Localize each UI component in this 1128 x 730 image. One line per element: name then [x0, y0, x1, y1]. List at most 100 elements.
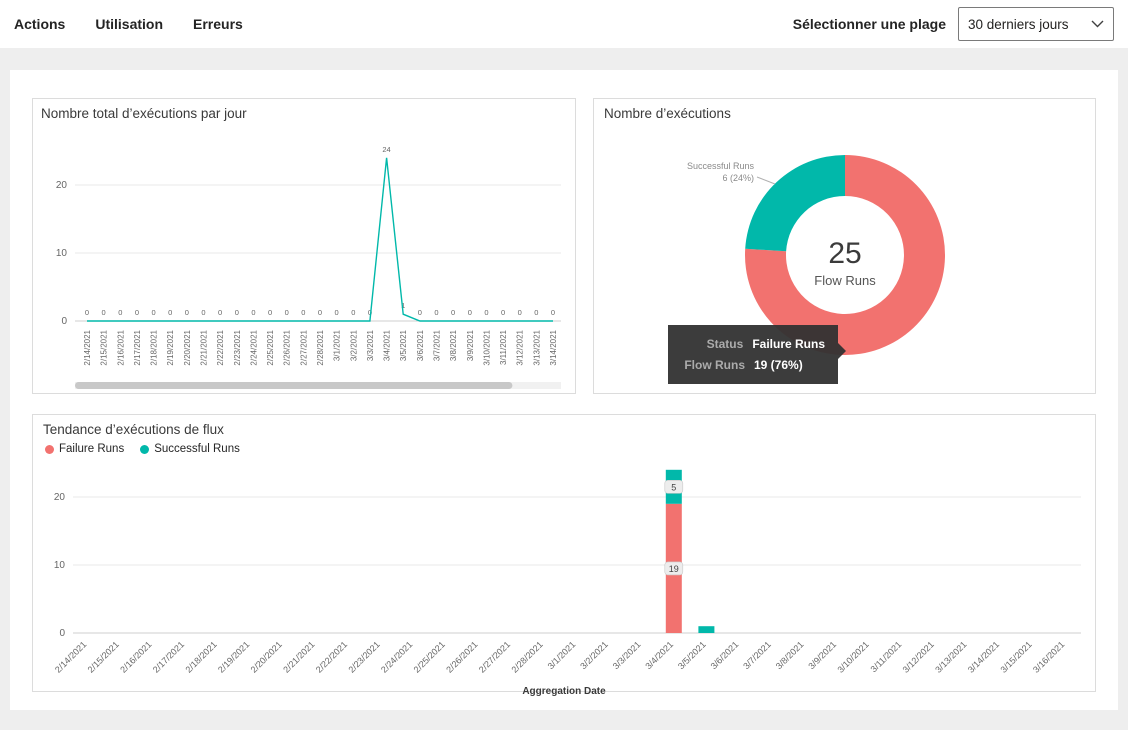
svg-text:2/26/2021: 2/26/2021: [444, 639, 479, 674]
svg-text:2/18/2021: 2/18/2021: [183, 639, 218, 674]
svg-text:3/14/2021: 3/14/2021: [549, 329, 558, 365]
donut-chart-title: Nombre d’exécutions: [604, 106, 731, 121]
tooltip-row: Status Failure Runs: [681, 337, 825, 351]
svg-text:3/6/2021: 3/6/2021: [709, 639, 741, 671]
line-chart-title: Nombre total d’exécutions par jour: [41, 106, 247, 121]
svg-text:2/21/2021: 2/21/2021: [200, 329, 209, 365]
svg-text:3/4/2021: 3/4/2021: [383, 329, 392, 361]
legend: Failure Runs Successful Runs: [45, 440, 1085, 458]
svg-text:2/20/2021: 2/20/2021: [249, 639, 284, 674]
svg-text:0: 0: [351, 308, 355, 317]
svg-text:0: 0: [61, 316, 67, 327]
tooltip-label: Status: [706, 337, 744, 351]
tab-utilisation[interactable]: Utilisation: [95, 12, 163, 36]
donut-chart-body: 25 Flow Runs Successful Runs 6 (24%) Status…: [604, 123, 1085, 389]
svg-text:5: 5: [671, 482, 676, 492]
svg-text:0: 0: [118, 308, 122, 317]
svg-text:3/13/2021: 3/13/2021: [933, 639, 968, 674]
svg-text:3/7/2021: 3/7/2021: [433, 329, 442, 361]
svg-text:2/16/2021: 2/16/2021: [116, 329, 125, 365]
svg-text:2/26/2021: 2/26/2021: [283, 329, 292, 365]
svg-text:3/9/2021: 3/9/2021: [806, 639, 838, 671]
line-chart-canvas[interactable]: 0 10 20 0 2/14/2021 0 2/15/2021 0 2/16/2021 0 2/17…: [41, 123, 569, 395]
svg-text:0: 0: [268, 308, 272, 317]
svg-text:3/8/2021: 3/8/2021: [449, 329, 458, 361]
svg-text:19: 19: [669, 564, 679, 574]
bar-chart-title: Tendance d’exécutions de flux: [43, 422, 224, 437]
svg-text:0: 0: [335, 308, 339, 317]
svg-text:3/15/2021: 3/15/2021: [998, 639, 1033, 674]
svg-text:0: 0: [85, 308, 89, 317]
svg-text:3/3/2021: 3/3/2021: [611, 639, 643, 671]
svg-text:3/1/2021: 3/1/2021: [546, 639, 578, 671]
svg-text:3/9/2021: 3/9/2021: [466, 329, 475, 361]
svg-text:0: 0: [235, 308, 239, 317]
tab-actions[interactable]: Actions: [14, 12, 65, 36]
svg-text:0: 0: [418, 308, 422, 317]
svg-text:2/23/2021: 2/23/2021: [233, 329, 242, 365]
svg-text:3/16/2021: 3/16/2021: [1031, 639, 1066, 674]
svg-text:0: 0: [59, 628, 65, 639]
svg-text:3/12/2021: 3/12/2021: [901, 639, 936, 674]
svg-text:6 (24%): 6 (24%): [722, 173, 754, 183]
svg-text:0: 0: [251, 308, 255, 317]
top-navigation-bar: Actions Utilisation Erreurs Sélectionner…: [0, 0, 1128, 48]
svg-text:25: 25: [828, 237, 861, 270]
svg-text:0: 0: [501, 308, 505, 317]
bar-chart-canvas[interactable]: 0 10 20 2/14/20212/15/20212/16/20212/17/202…: [43, 459, 1087, 681]
bar-chart-card: Tendance d’exécutions de flux Failure Ru…: [32, 414, 1096, 697]
svg-text:2/25/2021: 2/25/2021: [412, 639, 447, 674]
tab-strip: Actions Utilisation Erreurs: [14, 12, 243, 36]
svg-text:0: 0: [434, 308, 438, 317]
legend-dot-success: [140, 444, 150, 454]
svg-text:2/15/2021: 2/15/2021: [100, 329, 109, 365]
range-dropdown[interactable]: 30 derniers jours: [958, 7, 1114, 41]
svg-text:2/27/2021: 2/27/2021: [477, 639, 512, 674]
svg-text:2/17/2021: 2/17/2021: [151, 639, 186, 674]
svg-text:0: 0: [285, 308, 289, 317]
donut-chart-card: Nombre d’exécutions 25 Flow Runs Successfu…: [593, 98, 1096, 394]
svg-text:3/2/2021: 3/2/2021: [349, 329, 358, 361]
svg-text:0: 0: [185, 308, 189, 317]
svg-text:3/11/2021: 3/11/2021: [499, 329, 508, 365]
svg-text:2/19/2021: 2/19/2021: [216, 639, 251, 674]
tooltip-label: Flow Runs: [684, 358, 745, 372]
range-selector-label: Sélectionner une plage: [792, 16, 946, 32]
svg-text:0: 0: [135, 308, 139, 317]
svg-text:2/27/2021: 2/27/2021: [299, 329, 308, 365]
svg-text:3/5/2021: 3/5/2021: [676, 639, 708, 671]
svg-text:0: 0: [301, 308, 305, 317]
svg-text:10: 10: [54, 560, 66, 571]
svg-text:3/13/2021: 3/13/2021: [532, 329, 541, 365]
tooltip-row: Flow Runs 19 (76%): [681, 358, 825, 372]
tooltip-value: Failure Runs: [752, 337, 825, 351]
svg-text:0: 0: [102, 308, 106, 317]
svg-text:0: 0: [201, 308, 205, 317]
svg-text:10: 10: [56, 248, 68, 259]
svg-text:2/24/2021: 2/24/2021: [379, 639, 414, 674]
svg-text:0: 0: [218, 308, 222, 317]
svg-text:2/22/2021: 2/22/2021: [216, 329, 225, 365]
svg-text:3/12/2021: 3/12/2021: [516, 329, 525, 365]
svg-text:2/28/2021: 2/28/2021: [509, 639, 544, 674]
svg-text:0: 0: [168, 308, 172, 317]
svg-text:3/4/2021: 3/4/2021: [643, 639, 675, 671]
legend-item-failure-runs[interactable]: Failure Runs: [45, 443, 124, 455]
svg-text:0: 0: [468, 308, 472, 317]
svg-text:3/11/2021: 3/11/2021: [869, 639, 904, 674]
svg-text:0: 0: [451, 308, 455, 317]
svg-text:3/6/2021: 3/6/2021: [416, 329, 425, 361]
svg-text:0: 0: [551, 308, 555, 317]
svg-text:0: 0: [151, 308, 155, 317]
svg-text:3/2/2021: 3/2/2021: [578, 639, 610, 671]
svg-text:2/16/2021: 2/16/2021: [118, 639, 153, 674]
svg-text:2/18/2021: 2/18/2021: [150, 329, 159, 365]
bar-segment[interactable]: [698, 626, 715, 633]
tab-erreurs[interactable]: Erreurs: [193, 12, 243, 36]
line-chart-card: Nombre total d’exécutions par jour 0 10 20…: [32, 98, 576, 394]
chart-scrollbar-thumb[interactable]: [75, 382, 513, 389]
legend-label: Successful Runs: [154, 443, 240, 455]
legend-item-successful-runs[interactable]: Successful Runs: [140, 443, 240, 455]
tooltip-value: 19 (76%): [754, 358, 803, 372]
svg-text:3/14/2021: 3/14/2021: [966, 639, 1001, 674]
